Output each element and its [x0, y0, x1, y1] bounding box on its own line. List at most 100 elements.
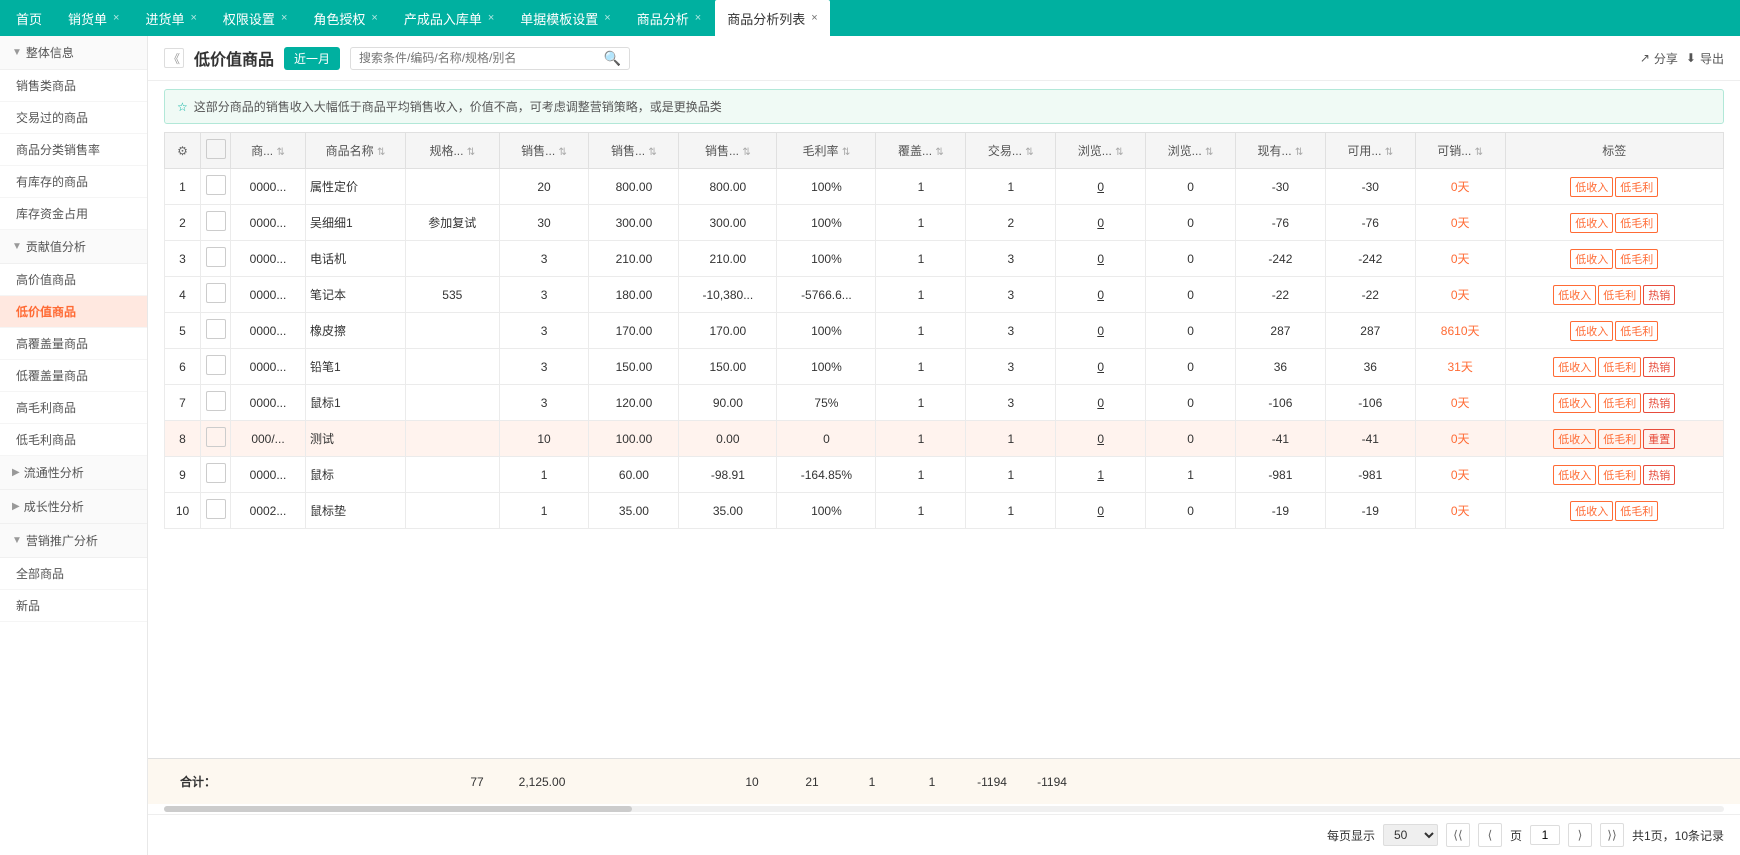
sidebar-item-in-stock-products[interactable]: 有库存的商品 [0, 166, 147, 198]
sidebar-item-new-products[interactable]: 新品 [0, 590, 147, 622]
row-checkbox[interactable] [206, 247, 226, 267]
col-code[interactable]: 商... ⇅ [231, 133, 306, 169]
row-checkbox[interactable] [206, 319, 226, 339]
col-spec[interactable]: 规格... ⇅ [406, 133, 500, 169]
nav-purchase-order[interactable]: 进货单 × [133, 0, 208, 36]
cell-current: -30 [1235, 169, 1325, 205]
col-browse2[interactable]: 浏览... ⇅ [1146, 133, 1236, 169]
sidebar-group-contribution[interactable]: ▼ 贡献值分析 [0, 230, 147, 264]
row-checkbox[interactable] [206, 463, 226, 483]
prev-page-button[interactable]: ⟨ [1478, 823, 1502, 847]
browse-link[interactable]: 0 [1097, 324, 1104, 338]
sidebar-group-marketing[interactable]: ▼ 营销推广分析 [0, 524, 147, 558]
sidebar-item-traded-products[interactable]: 交易过的商品 [0, 102, 147, 134]
cell-browse1: 0 [1056, 241, 1146, 277]
horizontal-scrollbar[interactable] [164, 806, 1724, 812]
close-icon[interactable]: × [371, 12, 377, 24]
cell-available: -22 [1325, 277, 1415, 313]
close-icon[interactable]: × [604, 12, 610, 24]
row-checkbox[interactable] [206, 499, 226, 519]
page-number-input[interactable] [1530, 825, 1560, 845]
col-margin[interactable]: 毛利率 ⇅ [777, 133, 876, 169]
scroll-thumb[interactable] [164, 806, 632, 812]
browse-link[interactable]: 1 [1097, 468, 1104, 482]
cell-browse1: 0 [1056, 277, 1146, 313]
row-checkbox[interactable] [206, 211, 226, 231]
nav-sales-order[interactable]: 销货单 × [56, 0, 131, 36]
sidebar-item-low-value[interactable]: 低价值商品 [0, 296, 147, 328]
close-icon[interactable]: × [488, 12, 494, 24]
cell-index: 4 [165, 277, 201, 313]
col-sale-amt[interactable]: 销售... ⇅ [589, 133, 679, 169]
sidebar-item-high-value[interactable]: 高价值商品 [0, 264, 147, 296]
select-all-checkbox[interactable] [206, 139, 226, 159]
browse-link[interactable]: 0 [1097, 288, 1104, 302]
col-sale-avg[interactable]: 销售... ⇅ [679, 133, 777, 169]
browse-link[interactable]: 0 [1097, 504, 1104, 518]
nav-permission-settings[interactable]: 权限设置 × [211, 0, 299, 36]
browse-link[interactable]: 0 [1097, 432, 1104, 446]
close-icon[interactable]: × [811, 12, 817, 24]
browse-link[interactable]: 0 [1097, 396, 1104, 410]
nav-product-analysis-list[interactable]: 商品分析列表 × [715, 0, 829, 36]
main-layout: ▼ 整体信息 销售类商品 交易过的商品 商品分类销售率 有库存的商品 库存资金占… [0, 36, 1740, 855]
sidebar-group-overall[interactable]: ▼ 整体信息 [0, 36, 147, 70]
per-page-select[interactable]: 50 100 200 [1383, 824, 1438, 846]
cell-available: -41 [1325, 421, 1415, 457]
col-available[interactable]: 可用... ⇅ [1325, 133, 1415, 169]
nav-home[interactable]: 首页 [4, 0, 54, 36]
col-name[interactable]: 商品名称 ⇅ [306, 133, 406, 169]
cell-coverage: 1 [876, 241, 966, 277]
close-icon[interactable]: × [281, 12, 287, 24]
browse-link[interactable]: 0 [1097, 360, 1104, 374]
row-checkbox[interactable] [206, 283, 226, 303]
sidebar-item-low-margin[interactable]: 低毛利商品 [0, 424, 147, 456]
sidebar-item-high-margin[interactable]: 高毛利商品 [0, 392, 147, 424]
nav-product-stock[interactable]: 产成品入库单 × [392, 0, 506, 36]
cell-sale-amt: 210.00 [589, 241, 679, 277]
row-checkbox[interactable] [206, 355, 226, 375]
browse-link[interactable]: 0 [1097, 180, 1104, 194]
settings-icon[interactable]: ⚙ [177, 144, 188, 158]
sidebar-item-sales-products[interactable]: 销售类商品 [0, 70, 147, 102]
sidebar-item-category-sales-rate[interactable]: 商品分类销售率 [0, 134, 147, 166]
export-button[interactable]: ⬇ 导出 [1686, 50, 1724, 67]
sidebar-item-high-coverage[interactable]: 高覆盖量商品 [0, 328, 147, 360]
search-input[interactable] [359, 51, 598, 65]
nav-role-auth[interactable]: 角色授权 × [301, 0, 389, 36]
col-sale-qty[interactable]: 销售... ⇅ [499, 133, 589, 169]
search-icon[interactable]: 🔍 [604, 50, 621, 67]
col-coverage[interactable]: 覆盖... ⇅ [876, 133, 966, 169]
sort-icon: ⇅ [377, 147, 385, 158]
nav-product-analysis[interactable]: 商品分析 × [625, 0, 713, 36]
next-page-button[interactable]: ⟩ [1568, 823, 1592, 847]
sidebar-group-liquidity[interactable]: ▶ 流通性分析 [0, 456, 147, 490]
browse-link[interactable]: 0 [1097, 216, 1104, 230]
col-browse1[interactable]: 浏览... ⇅ [1056, 133, 1146, 169]
row-checkbox[interactable] [206, 175, 226, 195]
table-row: 7 0000... 鼠标1 3 120.00 90.00 75% 1 3 0 0… [165, 385, 1724, 421]
close-icon[interactable]: × [695, 12, 701, 24]
date-filter-button[interactable]: 近一月 [284, 47, 340, 70]
col-tags[interactable]: 标签 [1505, 133, 1723, 169]
browse-link[interactable]: 0 [1097, 252, 1104, 266]
cell-tags: 低收入低毛利热销 [1505, 349, 1723, 385]
col-trade[interactable]: 交易... ⇅ [966, 133, 1056, 169]
last-page-button[interactable]: ⟩⟩ [1600, 823, 1624, 847]
sidebar-item-all-products[interactable]: 全部商品 [0, 558, 147, 590]
nav-template-settings[interactable]: 单据模板设置 × [508, 0, 622, 36]
share-button[interactable]: ↗ 分享 [1640, 50, 1678, 67]
col-settings[interactable]: ⚙ [165, 133, 201, 169]
sidebar-item-stock-capital[interactable]: 库存资金占用 [0, 198, 147, 230]
col-current[interactable]: 现有... ⇅ [1235, 133, 1325, 169]
collapse-button[interactable]: 《 [164, 48, 184, 68]
close-icon[interactable]: × [190, 12, 196, 24]
close-icon[interactable]: × [113, 12, 119, 24]
row-checkbox[interactable] [206, 391, 226, 411]
sidebar-group-growth[interactable]: ▶ 成长性分析 [0, 490, 147, 524]
col-sellable[interactable]: 可销... ⇅ [1415, 133, 1505, 169]
row-checkbox[interactable] [206, 427, 226, 447]
cell-browse2: 0 [1146, 169, 1236, 205]
first-page-button[interactable]: ⟨⟨ [1446, 823, 1470, 847]
sidebar-item-low-coverage[interactable]: 低覆盖量商品 [0, 360, 147, 392]
